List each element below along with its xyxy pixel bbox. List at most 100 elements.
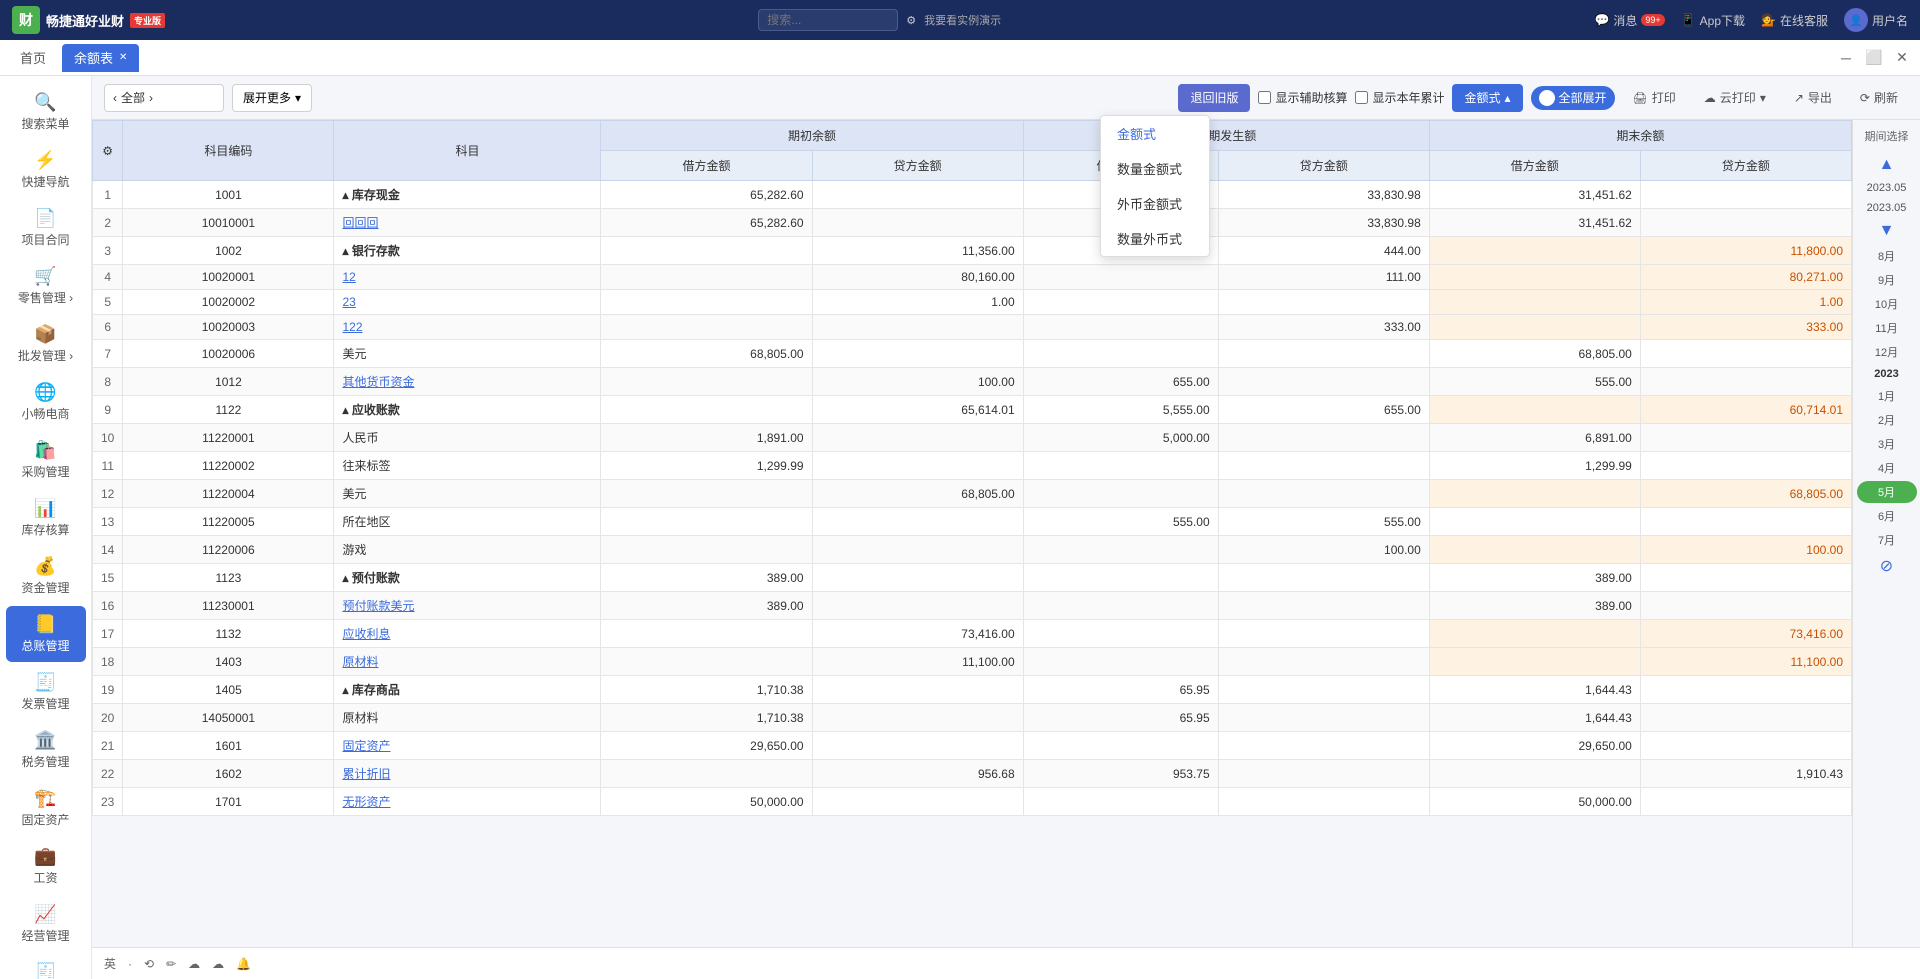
- tab-expand-icon[interactable]: ⬜: [1864, 48, 1884, 68]
- period-mar[interactable]: 3月: [1857, 433, 1917, 455]
- sidebar-item-payroll[interactable]: 💼 工资: [6, 838, 86, 894]
- period-dec[interactable]: 12月: [1857, 341, 1917, 363]
- collapse-down-icon[interactable]: ▼: [1875, 218, 1899, 244]
- tab-close-icon[interactable]: ✕: [119, 52, 127, 63]
- cell-subject[interactable]: 无形资产: [334, 788, 601, 816]
- sidebar-item-search[interactable]: 🔍 搜索菜单: [6, 84, 86, 140]
- cell-cur-credit: [1218, 424, 1429, 452]
- demo-label[interactable]: 我要看实例演示: [924, 12, 1001, 28]
- tab-min-icon[interactable]: ─: [1836, 48, 1856, 68]
- table-row: 231701无形资产50,000.0050,000.00: [93, 788, 1852, 816]
- return-btn[interactable]: 退回旧版: [1178, 84, 1250, 112]
- chevron-up-icon: ▴: [1505, 91, 1511, 105]
- cell-subject[interactable]: 累计折旧: [334, 760, 601, 788]
- period-nov[interactable]: 11月: [1857, 317, 1917, 339]
- sidebar-item-funds[interactable]: 💰 资金管理: [6, 548, 86, 604]
- period-sep[interactable]: 9月: [1857, 269, 1917, 291]
- period-apr[interactable]: 4月: [1857, 457, 1917, 479]
- sidebar-item-retail[interactable]: 🛒 零售管理 ›: [6, 258, 86, 314]
- status-edit-icon[interactable]: ✏: [166, 957, 176, 971]
- cloud-print-btn[interactable]: ☁ 云打印 ▾: [1694, 84, 1776, 112]
- period-aug[interactable]: 8月: [1857, 245, 1917, 267]
- helper-check[interactable]: [1258, 91, 1271, 104]
- user-avatar[interactable]: 👤 用户名: [1844, 8, 1908, 32]
- cell-code: 10020003: [123, 315, 334, 340]
- funds-icon: 💰: [10, 556, 82, 577]
- cell-subject[interactable]: 应收利息: [334, 620, 601, 648]
- dropdown-item-qty-currency[interactable]: 数量外币式: [1101, 221, 1209, 256]
- app-download-label: App下载: [1700, 12, 1745, 29]
- sidebar-item-ledger[interactable]: 📒 总账管理: [6, 606, 86, 662]
- status-sync-icon[interactable]: ⟲: [144, 957, 154, 971]
- status-cloud2-icon[interactable]: ☁: [212, 957, 224, 971]
- cell-open-debit: [601, 237, 812, 265]
- status-bell-icon[interactable]: 🔔: [236, 957, 251, 971]
- cell-cur-credit: 33,830.98: [1218, 209, 1429, 237]
- export-btn[interactable]: ↗ 导出: [1784, 84, 1842, 112]
- style-btn[interactable]: 金额式 ▴: [1452, 84, 1522, 112]
- sidebar-item-purchase[interactable]: 🛍️ 采购管理: [6, 432, 86, 488]
- print-btn[interactable]: 🖨 打印: [1623, 84, 1686, 112]
- sidebar-item-expense[interactable]: 🧾 小畅报销: [6, 954, 86, 979]
- status-lang[interactable]: 英: [104, 955, 116, 972]
- forward-icon[interactable]: ›: [149, 91, 153, 105]
- period-2023-05a[interactable]: 2023.05: [1857, 179, 1917, 197]
- cell-subject[interactable]: 原材料: [334, 648, 601, 676]
- top-search-input[interactable]: [758, 9, 898, 31]
- sidebar-item-management[interactable]: 📈 经营管理: [6, 896, 86, 952]
- cell-cur-credit: [1218, 564, 1429, 592]
- cell-subject[interactable]: 其他货币资金: [334, 368, 601, 396]
- dropdown-item-qty-amount[interactable]: 数量金额式: [1101, 151, 1209, 186]
- cell-subject[interactable]: 122: [334, 315, 601, 340]
- refresh-btn[interactable]: ⟳ 刷新: [1850, 84, 1908, 112]
- sidebar-item-inventory[interactable]: 📊 库存核算: [6, 490, 86, 546]
- cell-cur-credit: [1218, 290, 1429, 315]
- app-download-btn[interactable]: 📱 App下载: [1681, 12, 1745, 29]
- period-may[interactable]: 5月: [1857, 481, 1917, 503]
- back-icon[interactable]: ‹: [113, 91, 117, 105]
- settings-icon[interactable]: ⚙: [906, 14, 916, 27]
- cell-cur-debit: [1023, 265, 1218, 290]
- dropdown-item-currency-amount[interactable]: 外币金额式: [1101, 186, 1209, 221]
- period-collapse-icon[interactable]: ⊘: [1876, 552, 1897, 580]
- cell-subject[interactable]: 12: [334, 265, 601, 290]
- status-cloud-icon[interactable]: ☁: [188, 957, 200, 971]
- period-2023-05b[interactable]: 2023.05: [1857, 199, 1917, 217]
- sidebar-item-assets[interactable]: 🏗️ 固定资产: [6, 780, 86, 836]
- sidebar-item-nav[interactable]: ⚡ 快捷导航: [6, 142, 86, 198]
- cell-code: 10020001: [123, 265, 334, 290]
- tab-close-window-icon[interactable]: ✕: [1892, 48, 1912, 68]
- show-helper-checkbox[interactable]: 显示辅助核算: [1258, 89, 1347, 106]
- cell-open-credit: 956.68: [812, 760, 1023, 788]
- period-feb[interactable]: 2月: [1857, 409, 1917, 431]
- period-jan[interactable]: 1月: [1857, 385, 1917, 407]
- cell-open-credit: 68,805.00: [812, 480, 1023, 508]
- cell-subject[interactable]: 固定资产: [334, 732, 601, 760]
- sidebar-item-tax[interactable]: 🏛️ 税务管理: [6, 722, 86, 778]
- show-ytd-checkbox[interactable]: 显示本年累计: [1355, 89, 1444, 106]
- th-settings[interactable]: ⚙: [93, 121, 123, 181]
- tab-home[interactable]: 首页: [8, 44, 58, 72]
- message-btn[interactable]: 💬 消息 99+: [1594, 12, 1664, 29]
- sidebar-item-ecommerce[interactable]: 🌐 小畅电商: [6, 374, 86, 430]
- table-main[interactable]: ⚙ 科目编码 科目 期初余额 本期发生额 期末余额 借方金额 贷方金额 借方金额…: [92, 120, 1852, 947]
- sidebar-item-wholesale[interactable]: 📦 批发管理 ›: [6, 316, 86, 372]
- ytd-check[interactable]: [1355, 91, 1368, 104]
- cell-subject[interactable]: 回回回: [334, 209, 601, 237]
- expand-btn[interactable]: 展开更多 ▾: [232, 84, 312, 112]
- sidebar-label-purchase: 采购管理: [10, 463, 82, 480]
- online-service-btn[interactable]: 💁 在线客服: [1761, 12, 1828, 29]
- sidebar-item-invoice[interactable]: 🧾 发票管理: [6, 664, 86, 720]
- cell-subject[interactable]: 预付账款美元: [334, 592, 601, 620]
- period-jun[interactable]: 6月: [1857, 505, 1917, 527]
- collapse-up-icon[interactable]: ▲: [1875, 152, 1899, 178]
- tab-balance[interactable]: 余额表 ✕: [62, 44, 139, 72]
- toggle-all-btn[interactable]: 全部展开: [1531, 86, 1615, 110]
- cell-subject[interactable]: 23: [334, 290, 601, 315]
- dropdown-item-amount[interactable]: 金额式: [1101, 120, 1209, 151]
- sidebar-item-project[interactable]: 📄 项目合同: [6, 200, 86, 256]
- tab-actions: ─ ⬜ ✕: [1836, 48, 1912, 68]
- period-jul[interactable]: 7月: [1857, 529, 1917, 551]
- table-row: 510020002231.001.00: [93, 290, 1852, 315]
- period-oct[interactable]: 10月: [1857, 293, 1917, 315]
